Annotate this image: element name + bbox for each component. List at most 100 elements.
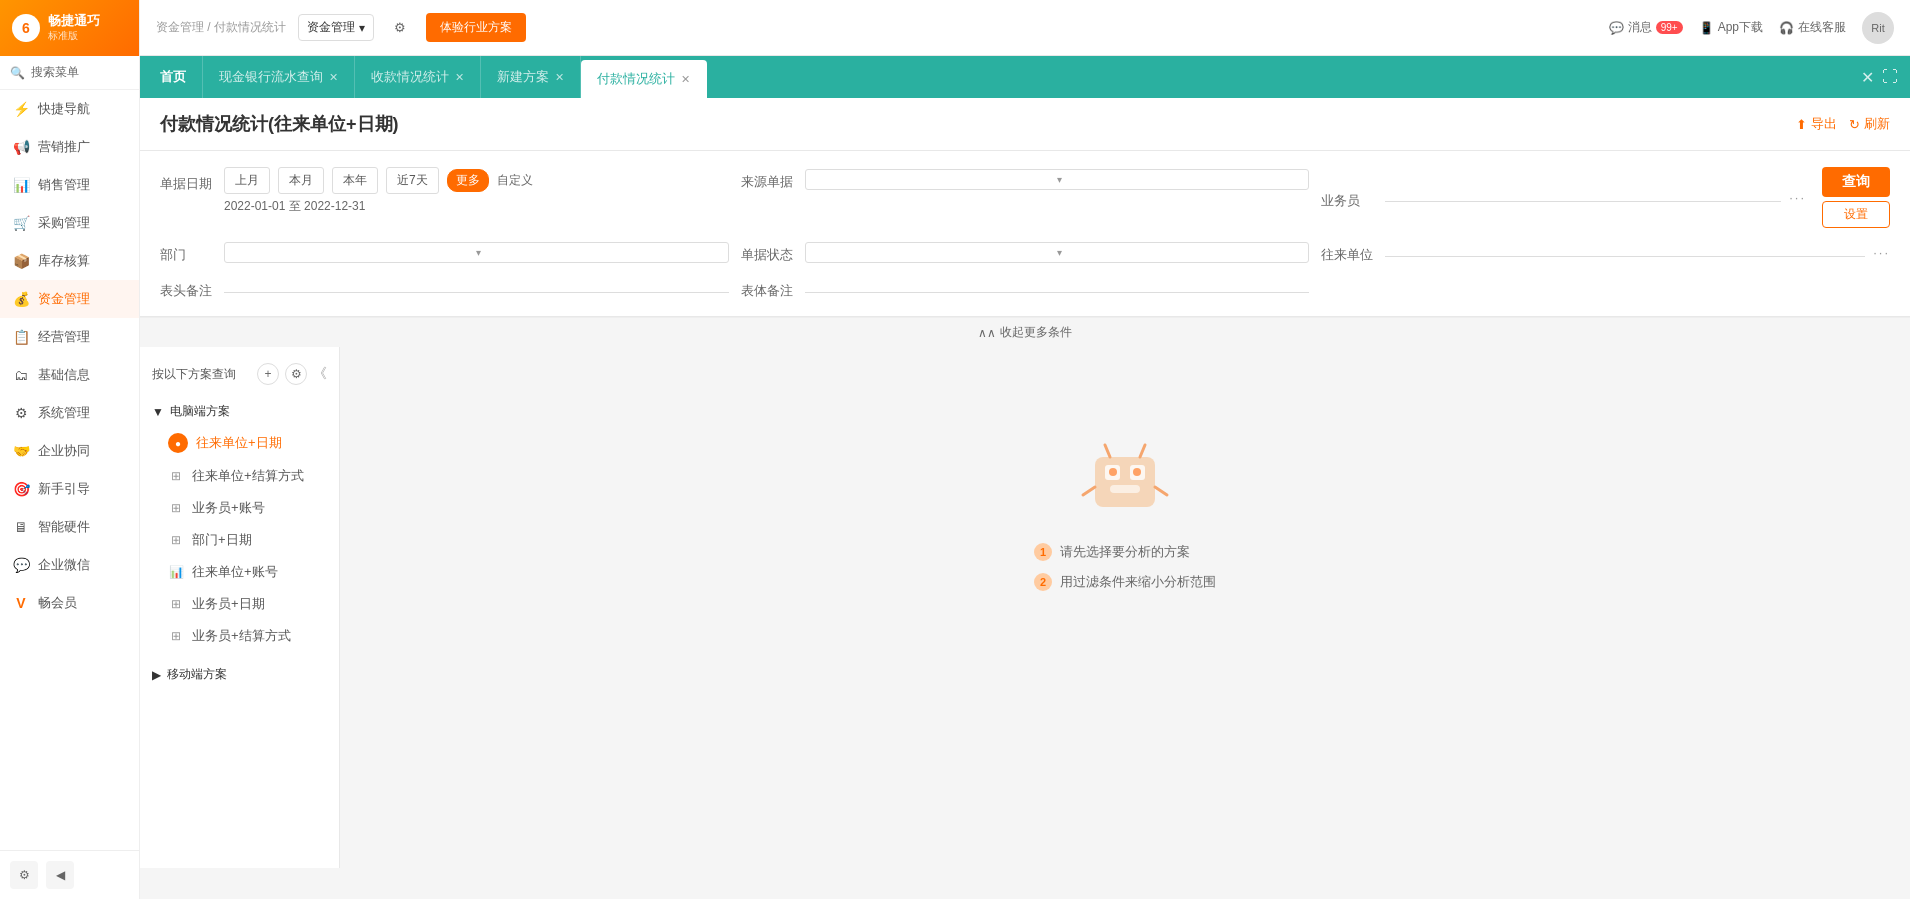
tab-close-receivables[interactable]: ✕	[455, 71, 464, 84]
query-btn[interactable]: 查询	[1822, 167, 1890, 197]
tab-maximize-btn[interactable]: ⛶	[1882, 68, 1898, 86]
user-avatar[interactable]: Rit	[1862, 12, 1894, 44]
body-note-filter: 表体备注	[741, 276, 1310, 300]
source-label: 来源单据	[741, 167, 797, 191]
trial-btn[interactable]: 体验行业方案	[426, 13, 526, 42]
sidebar-item-system[interactable]: ⚙ 系统管理	[0, 394, 139, 432]
add-scheme-btn[interactable]: +	[257, 363, 279, 385]
messages-btn[interactable]: 💬 消息 99+	[1609, 19, 1683, 36]
body-note-label: 表体备注	[741, 276, 797, 300]
sidebar-item-beginner[interactable]: 🎯 新手引导	[0, 470, 139, 508]
empty-illustration	[1075, 427, 1175, 527]
sidebar-item-purchase[interactable]: 🛒 采购管理	[0, 204, 139, 242]
tab-receivables[interactable]: 收款情况统计 ✕	[355, 56, 481, 98]
sidebar-item-member[interactable]: V 畅会员	[0, 584, 139, 622]
pc-section-arrow-icon: ▼	[152, 405, 164, 419]
funds-icon: 💰	[12, 290, 30, 308]
empty-tip-2: 2 用过滤条件来缩小分析范围	[1034, 569, 1216, 595]
topbar-actions: 💬 消息 99+ 📱 App下载 🎧 在线客服 Rit	[1609, 12, 1894, 44]
table-icon-5: ⊞	[168, 628, 184, 644]
refresh-btn[interactable]: ↻ 刷新	[1849, 115, 1890, 133]
sidebar-item-operations[interactable]: 📋 经营管理	[0, 318, 139, 356]
sidebar-item-basic-info[interactable]: 🗂 基础信息	[0, 356, 139, 394]
scheme-item-salesperson-account[interactable]: ⊞ 业务员+账号	[140, 492, 339, 524]
collapse-more-btn[interactable]: ∧∧ 收起更多条件	[140, 317, 1910, 347]
tab-home[interactable]: 首页	[144, 56, 203, 98]
sidebar-settings-btn[interactable]: ⚙	[10, 861, 38, 889]
export-btn[interactable]: ⬆ 导出	[1796, 115, 1837, 133]
body-note-input[interactable]	[805, 284, 1310, 293]
date-7days-btn[interactable]: 近7天	[386, 167, 439, 194]
mobile-section-title[interactable]: ▶ 移动端方案	[140, 660, 339, 689]
date-label: 单据日期	[160, 169, 216, 193]
tab-close-payments[interactable]: ✕	[681, 73, 690, 86]
date-range-display: 2022-01-01 至 2022-12-31	[224, 199, 365, 213]
date-this-year-btn[interactable]: 本年	[332, 167, 378, 194]
svg-line-5	[1140, 445, 1145, 457]
left-panel-header-actions: + ⚙ 《	[257, 363, 327, 385]
dept-label: 部门	[160, 240, 216, 264]
sidebar-item-enterprise[interactable]: 🤝 企业协同	[0, 432, 139, 470]
tab-payments[interactable]: 付款情况统计 ✕	[581, 60, 707, 98]
sidebar-item-marketing[interactable]: 📢 营销推广	[0, 128, 139, 166]
head-note-label: 表头备注	[160, 276, 216, 300]
counterpart-dots[interactable]: ···	[1873, 245, 1890, 260]
mobile-scheme-section: ▶ 移动端方案	[140, 656, 339, 693]
sidebar-item-inventory[interactable]: 📦 库存核算	[0, 242, 139, 280]
source-select-arrow-icon: ▾	[1057, 174, 1300, 185]
date-last-month-btn[interactable]: 上月	[224, 167, 270, 194]
sidebar-item-wechat[interactable]: 💬 企业微信	[0, 546, 139, 584]
salesperson-dots[interactable]: ···	[1789, 190, 1806, 205]
logo-icon: 6	[12, 14, 40, 42]
scheme-item-salesperson-date[interactable]: ⊞ 业务员+日期	[140, 588, 339, 620]
sidebar-item-sales[interactable]: 📊 销售管理	[0, 166, 139, 204]
salesperson-input[interactable]	[1385, 193, 1781, 202]
sidebar-item-smart-hw[interactable]: 🖥 智能硬件	[0, 508, 139, 546]
svg-line-4	[1105, 445, 1110, 457]
source-select[interactable]: ▾	[805, 169, 1310, 190]
panel-collapse-btn[interactable]: 《	[313, 365, 327, 383]
counterpart-input[interactable]	[1385, 248, 1865, 257]
main-body: 按以下方案查询 + ⚙ 《 ▼ 电脑端方案 ●	[140, 347, 1910, 868]
salesperson-filter: 业务员 ··· 查询 设置	[1321, 167, 1890, 228]
search-menu[interactable]: 🔍 搜索菜单	[0, 56, 139, 90]
topbar-settings-btn[interactable]: ⚙	[386, 14, 414, 42]
head-note-input[interactable]	[224, 284, 729, 293]
online-support-btn[interactable]: 🎧 在线客服	[1779, 19, 1846, 36]
app-download-btn[interactable]: 📱 App下载	[1699, 19, 1763, 36]
tab-close-new-scheme[interactable]: ✕	[555, 71, 564, 84]
svg-point-8	[1109, 468, 1117, 476]
scheme-item-salesperson-settle[interactable]: ⊞ 业务员+结算方式	[140, 620, 339, 652]
sidebar-nav: ⚡ 快捷导航 📢 营销推广 📊 销售管理 🛒 采购管理 📦 库存核算 💰 资金管…	[0, 90, 139, 850]
counterpart-filter: 往来单位 ···	[1321, 240, 1890, 264]
empty-state: 1 请先选择要分析的方案 2 用过滤条件来缩小分析范围	[340, 347, 1910, 675]
tab-cash-bank[interactable]: 现金银行流水查询 ✕	[203, 56, 355, 98]
date-more-btn[interactable]: 更多	[447, 169, 489, 192]
sidebar-collapse-btn[interactable]: ◀	[46, 861, 74, 889]
pc-section-title[interactable]: ▼ 电脑端方案	[140, 397, 339, 426]
scheme-item-counterpart-account[interactable]: 📊 往来单位+账号	[140, 556, 339, 588]
doc-status-arrow-icon: ▾	[1057, 247, 1300, 258]
scheme-item-counterpart-settle[interactable]: ⊞ 往来单位+结算方式	[140, 460, 339, 492]
sidebar-item-funds[interactable]: 💰 资金管理	[0, 280, 139, 318]
date-this-month-btn[interactable]: 本月	[278, 167, 324, 194]
basic-info-icon: 🗂	[12, 366, 30, 384]
doc-status-select[interactable]: ▾	[805, 242, 1310, 263]
head-note-filter: 表头备注	[160, 276, 729, 300]
sidebar-item-quick-nav[interactable]: ⚡ 快捷导航	[0, 90, 139, 128]
dept-select[interactable]: ▾	[224, 242, 729, 263]
topbar-dropdown[interactable]: 资金管理 ▾	[298, 14, 374, 41]
tab-close-all-btn[interactable]: ✕	[1861, 68, 1874, 87]
logo-text: 畅捷通巧 标准版	[48, 13, 100, 43]
tab-new-scheme[interactable]: 新建方案 ✕	[481, 56, 581, 98]
scheme-item-counterpart-date[interactable]: ● 往来单位+日期	[140, 426, 339, 460]
scheme-item-dept-date[interactable]: ⊞ 部门+日期	[140, 524, 339, 556]
table-icon-1: ⊞	[168, 468, 184, 484]
scheme-settings-btn[interactable]: ⚙	[285, 363, 307, 385]
topbar: 资金管理 / 付款情况统计 资金管理 ▾ ⚙ 体验行业方案 💬 消息 99+ 📱…	[140, 0, 1910, 56]
main-area: 资金管理 / 付款情况统计 资金管理 ▾ ⚙ 体验行业方案 💬 消息 99+ 📱…	[140, 0, 1910, 899]
doc-status-label: 单据状态	[741, 240, 797, 264]
salesperson-label: 业务员	[1321, 186, 1377, 210]
tab-close-cash-bank[interactable]: ✕	[329, 71, 338, 84]
settings-btn[interactable]: 设置	[1822, 201, 1890, 228]
